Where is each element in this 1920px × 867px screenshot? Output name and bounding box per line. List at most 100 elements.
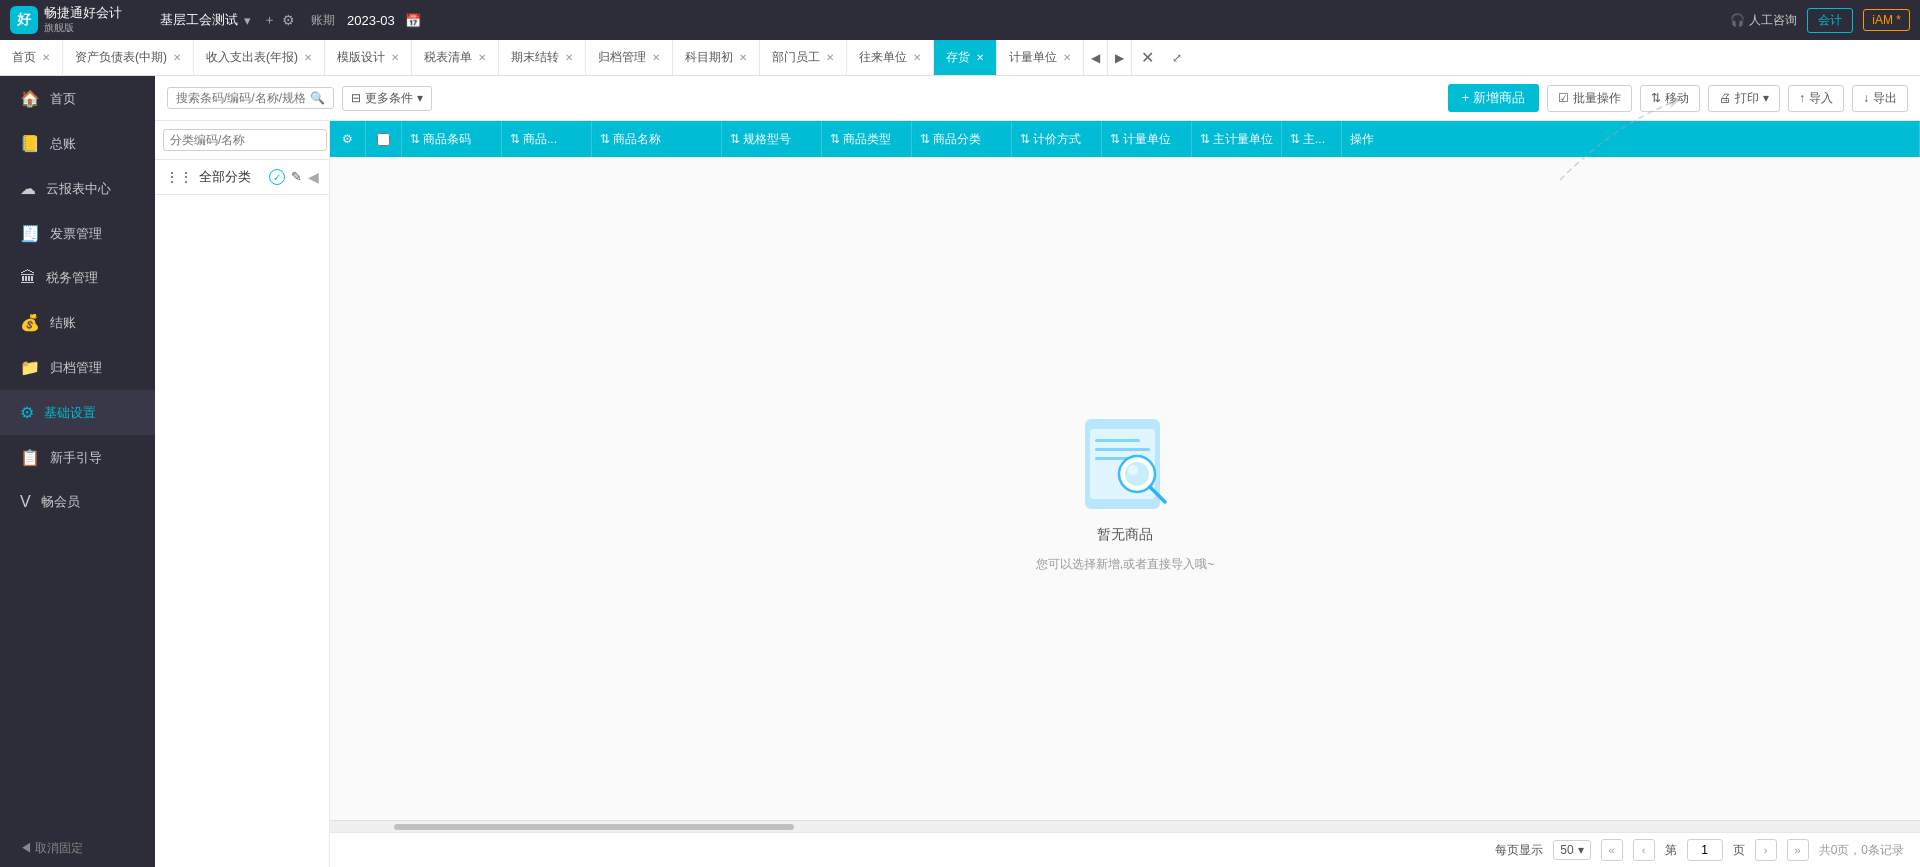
- svg-point-8: [1128, 465, 1138, 475]
- tab-partner-close[interactable]: ✕: [913, 52, 921, 63]
- th-main-unit[interactable]: ⇅ 主计量单位: [1192, 121, 1282, 157]
- tab-template-close[interactable]: ✕: [391, 52, 399, 63]
- service-button[interactable]: 🎧 人工咨询: [1730, 12, 1797, 29]
- tab-unit-close[interactable]: ✕: [1063, 52, 1071, 63]
- search-input[interactable]: [176, 91, 306, 105]
- export-icon: ↓: [1863, 91, 1869, 105]
- empty-state-svg: [1065, 404, 1185, 514]
- tab-unit[interactable]: 计量单位 ✕: [997, 40, 1084, 75]
- first-page-button[interactable]: «: [1601, 839, 1623, 861]
- search-box: 🔍: [167, 87, 334, 109]
- th-gear[interactable]: ⚙: [330, 121, 366, 157]
- cloud-icon: ☁: [20, 179, 36, 198]
- sort-category-icon: ⇅: [920, 132, 930, 146]
- tab-tax-label: 税表清单: [424, 49, 472, 66]
- sidebar-item-home[interactable]: 🏠 首页: [0, 76, 155, 121]
- sidebar-item-close[interactable]: 💰 结账: [0, 300, 155, 345]
- th-code[interactable]: ⇅ 商品...: [502, 121, 592, 157]
- th-type-label: 商品类型: [843, 131, 891, 148]
- search-button[interactable]: 🔍: [310, 91, 325, 105]
- empty-arrow-svg: [1520, 121, 1720, 210]
- tab-expand-button[interactable]: ⤢: [1162, 40, 1192, 76]
- calendar-icon[interactable]: 📅: [405, 13, 421, 28]
- cancel-fixed-button[interactable]: ◀ 取消固定: [0, 830, 155, 867]
- tab-period-close[interactable]: ✕: [565, 52, 573, 63]
- tab-balance[interactable]: 资产负债表(中期) ✕: [63, 40, 194, 75]
- tab-period[interactable]: 期末结转 ✕: [499, 40, 586, 75]
- sidebar-item-invoice[interactable]: 🧾 发票管理: [0, 211, 155, 256]
- tab-archive-close[interactable]: ✕: [652, 52, 660, 63]
- per-page-select[interactable]: 50 ▾: [1553, 840, 1590, 860]
- th-category[interactable]: ⇅ 商品分类: [912, 121, 1012, 157]
- category-edit-icon[interactable]: ✎: [291, 169, 302, 185]
- tab-tax[interactable]: 税表清单 ✕: [412, 40, 499, 75]
- sidebar-item-tax[interactable]: 🏛 税务管理: [0, 256, 155, 300]
- sidebar-item-ledger[interactable]: 📒 总账: [0, 121, 155, 166]
- account-button[interactable]: 会计: [1807, 8, 1853, 33]
- page-input[interactable]: [1687, 839, 1723, 861]
- tab-partner-label: 往来单位: [859, 49, 907, 66]
- print-icon: 🖨: [1719, 91, 1731, 105]
- category-search-input[interactable]: [163, 129, 327, 151]
- next-page-button[interactable]: ›: [1755, 839, 1777, 861]
- tab-subject[interactable]: 科目期初 ✕: [673, 40, 760, 75]
- scroll-thumb[interactable]: [394, 824, 794, 830]
- th-unit[interactable]: ⇅ 计量单位: [1102, 121, 1192, 157]
- sort-unit-icon: ⇅: [1110, 132, 1120, 146]
- tab-balance-close[interactable]: ✕: [173, 52, 181, 63]
- logo-area: 好 畅捷通好会计 旗舰版: [10, 5, 150, 35]
- empty-illustration: 暂无商品 您可以选择新增,或者直接导入哦~: [1036, 404, 1214, 573]
- sort-name-icon: ⇅: [600, 132, 610, 146]
- th-col3[interactable]: ⇅ 主...: [1282, 121, 1342, 157]
- prev-page-button[interactable]: ‹: [1633, 839, 1655, 861]
- settings-icon[interactable]: ⚙: [282, 12, 295, 28]
- th-type[interactable]: ⇅ 商品类型: [822, 121, 912, 157]
- tab-next-button[interactable]: ▶: [1108, 40, 1132, 76]
- dropdown-arrow-icon[interactable]: ▾: [244, 13, 251, 28]
- th-spec[interactable]: ⇅ 规格型号: [722, 121, 822, 157]
- add-icon[interactable]: ＋: [263, 11, 276, 29]
- tab-dept[interactable]: 部门员工 ✕: [760, 40, 847, 75]
- import-button[interactable]: ↑ 导入: [1788, 85, 1844, 112]
- last-page-button[interactable]: »: [1787, 839, 1809, 861]
- sidebar-item-settings[interactable]: ⚙ 基础设置: [0, 390, 155, 435]
- tab-partner[interactable]: 往来单位 ✕: [847, 40, 934, 75]
- select-all-checkbox[interactable]: [377, 133, 390, 146]
- sidebar-item-guide[interactable]: 📋 新手引导: [0, 435, 155, 480]
- th-pricing[interactable]: ⇅ 计价方式: [1012, 121, 1102, 157]
- add-product-label: + 新增商品: [1462, 89, 1525, 107]
- empty-title: 暂无商品: [1097, 526, 1153, 544]
- all-category-label[interactable]: 全部分类: [199, 168, 263, 186]
- collapse-panel-button[interactable]: ◀: [308, 169, 319, 185]
- tab-template[interactable]: 模版设计 ✕: [325, 40, 412, 75]
- tab-income-close[interactable]: ✕: [304, 52, 312, 63]
- tab-inventory-close[interactable]: ✕: [976, 52, 984, 63]
- tab-home[interactable]: 首页 ✕: [0, 40, 63, 75]
- header-right: 🎧 人工咨询 会计 iAM *: [1730, 8, 1910, 33]
- category-indicator-icon: ✓: [269, 169, 285, 185]
- tab-income[interactable]: 收入支出表(年报) ✕: [194, 40, 325, 75]
- th-name[interactable]: ⇅ 商品名称: [592, 121, 722, 157]
- tab-dept-close[interactable]: ✕: [826, 52, 834, 63]
- scroll-bar[interactable]: [330, 820, 1920, 832]
- settings-nav-icon: ⚙: [20, 403, 34, 422]
- more-conditions-button[interactable]: ⊟ 更多条件 ▾: [342, 86, 432, 111]
- tab-home-close[interactable]: ✕: [42, 52, 50, 63]
- sort-barcode-icon: ⇅: [410, 132, 420, 146]
- th-checkbox[interactable]: [366, 121, 402, 157]
- th-barcode[interactable]: ⇅ 商品条码: [402, 121, 502, 157]
- company-name[interactable]: 基层工会测试: [160, 11, 238, 29]
- tab-prev-button[interactable]: ◀: [1084, 40, 1108, 76]
- sidebar-item-reports[interactable]: ☁ 云报表中心: [0, 166, 155, 211]
- tab-subject-label: 科目期初: [685, 49, 733, 66]
- sidebar-item-member[interactable]: V 畅会员: [0, 480, 155, 524]
- tab-inventory[interactable]: 存货 ✕: [934, 40, 997, 75]
- tab-archive[interactable]: 归档管理 ✕: [586, 40, 673, 75]
- tab-subject-close[interactable]: ✕: [739, 52, 747, 63]
- tab-tax-close[interactable]: ✕: [478, 52, 486, 63]
- export-button[interactable]: ↓ 导出: [1852, 85, 1908, 112]
- sidebar-item-archive[interactable]: 📁 归档管理: [0, 345, 155, 390]
- tab-close-all-button[interactable]: ✕: [1132, 40, 1162, 76]
- th-barcode-label: 商品条码: [423, 131, 471, 148]
- tab-dept-label: 部门员工: [772, 49, 820, 66]
